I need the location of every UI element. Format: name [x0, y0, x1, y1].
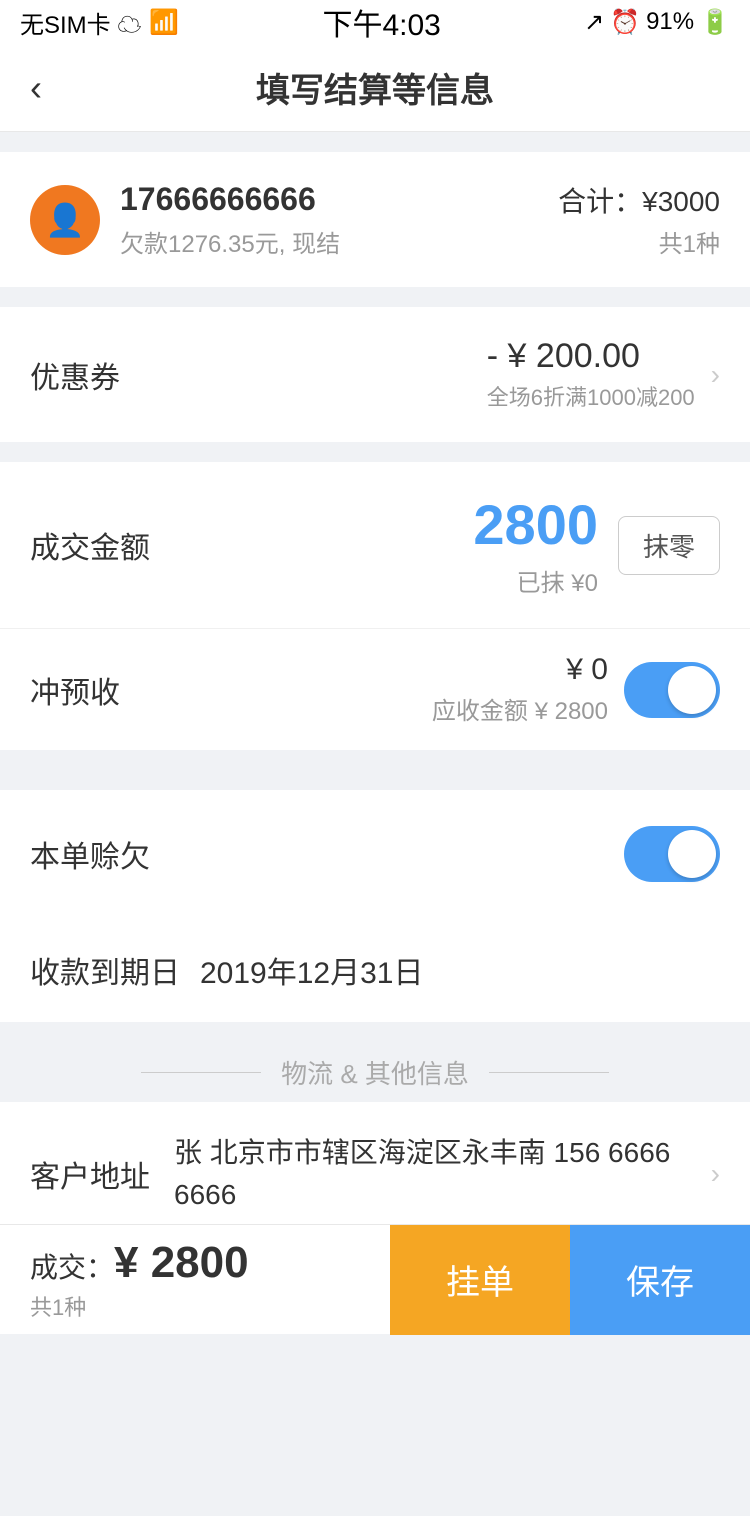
- total-label: 合计：: [558, 186, 642, 217]
- status-right: ↗ ⏰ 91% 🔋: [584, 8, 730, 37]
- logistics-divider: 物流 & 其他信息: [0, 1042, 750, 1102]
- battery-text: 91%: [646, 8, 694, 36]
- debt-toggle[interactable]: [624, 826, 720, 882]
- coupon-desc: 全场6折满1000减200: [487, 380, 695, 412]
- coupon-info: - ¥ 200.00 全场6折满1000减200: [487, 337, 695, 412]
- status-left: 无SIM卡 ☁ 📶: [20, 5, 179, 40]
- prepay-label: 冲预收: [30, 668, 120, 712]
- divider-1: [0, 442, 750, 462]
- location-icon: ↗: [584, 8, 604, 37]
- address-chevron-icon: ›: [711, 1158, 720, 1190]
- customer-info: 17666666666 欠款1276.35元, 现结: [120, 181, 340, 259]
- battery-icon: 🔋: [700, 8, 730, 37]
- debt-row: 本单赊欠: [0, 790, 750, 918]
- save-button[interactable]: 保存: [570, 1225, 750, 1335]
- deal-amount-label: 成交金额: [30, 523, 150, 567]
- status-bar: 无SIM卡 ☁ 📶 下午4:03 ↗ ⏰ 91% 🔋: [0, 0, 750, 44]
- coupon-amount: - ¥ 200.00: [487, 337, 695, 376]
- deal-amount-row: 成交金额 2800 已抹 ¥0 抹零: [0, 462, 750, 629]
- avatar-icon: 👤: [45, 201, 85, 239]
- customer-phone: 17666666666: [120, 181, 340, 218]
- round-button[interactable]: 抹零: [618, 516, 720, 575]
- wifi-icon: 📶: [149, 8, 179, 37]
- bottom-amount: ¥ 2800: [114, 1238, 249, 1287]
- coupon-label: 优惠券: [30, 353, 120, 397]
- date-label: 收款到期日: [30, 948, 180, 992]
- page-title: 填写结算等信息: [256, 63, 494, 112]
- address-label: 客户地址: [30, 1152, 150, 1196]
- deal-amount-right: 2800 已抹 ¥0 抹零: [473, 492, 720, 598]
- coupon-row[interactable]: 优惠券 - ¥ 200.00 全场6折满1000减200 ›: [0, 307, 750, 442]
- prepay-toggle[interactable]: [624, 662, 720, 718]
- debt-label: 本单赊欠: [30, 832, 150, 876]
- total-label-amount: 合计：¥3000: [558, 180, 720, 220]
- debt-toggle-thumb: [668, 830, 716, 878]
- avatar: 👤: [30, 185, 100, 255]
- bottom-summary: 成交：¥ 2800 共1种: [0, 1238, 390, 1322]
- bottom-bar: 成交：¥ 2800 共1种 挂单 保存: [0, 1224, 750, 1334]
- date-row: 收款到期日 2019年12月31日: [0, 918, 750, 1022]
- bottom-deal-line: 成交：¥ 2800: [30, 1238, 360, 1288]
- total-amount: ¥3000: [642, 186, 720, 217]
- prepay-row: 冲预收 ¥ 0 应收金额 ¥ 2800: [0, 629, 750, 750]
- prepay-right: ¥ 0 应收金额 ¥ 2800: [432, 653, 720, 726]
- deal-amount-sub: 已抹 ¥0: [473, 563, 598, 598]
- customer-right: 合计：¥3000 共1种: [558, 180, 720, 259]
- divider-2: [0, 750, 750, 770]
- back-button[interactable]: ‹: [30, 67, 42, 109]
- customer-card: 👤 17666666666 欠款1276.35元, 现结 合计：¥3000 共1…: [0, 152, 750, 287]
- prepay-amount: ¥ 0: [432, 653, 608, 687]
- deal-amount-info: 2800 已抹 ¥0: [473, 492, 598, 598]
- total-count: 共1种: [558, 224, 720, 259]
- customer-left: 👤 17666666666 欠款1276.35元, 现结: [30, 181, 340, 259]
- prepay-sub: 应收金额 ¥ 2800: [432, 691, 608, 726]
- deal-section: 成交金额 2800 已抹 ¥0 抹零 冲预收 ¥ 0 应收金额 ¥ 2800: [0, 462, 750, 750]
- coupon-section: 优惠券 - ¥ 200.00 全场6折满1000减200 ›: [0, 307, 750, 442]
- bottom-deal-label: 成交：: [30, 1252, 114, 1283]
- address-value: 张 北京市市辖区海淀区永丰南 156 6666 6666: [174, 1132, 711, 1216]
- coupon-right: - ¥ 200.00 全场6折满1000减200 ›: [487, 337, 720, 412]
- deal-amount-value: 2800: [473, 492, 598, 557]
- debt-section: 本单赊欠 收款到期日 2019年12月31日: [0, 790, 750, 1022]
- status-time: 下午4:03: [322, 0, 440, 44]
- toggle-thumb: [668, 666, 716, 714]
- date-value: 2019年12月31日: [200, 948, 423, 992]
- nav-bar: ‹ 填写结算等信息: [0, 44, 750, 132]
- prepay-info: ¥ 0 应收金额 ¥ 2800: [432, 653, 608, 726]
- logistics-label: 物流 & 其他信息: [141, 1054, 609, 1091]
- chevron-right-icon: ›: [711, 359, 720, 391]
- signal-text: 无SIM卡 ☁: [20, 5, 141, 40]
- customer-sub: 欠款1276.35元, 现结: [120, 224, 340, 259]
- alarm-icon: ⏰: [610, 8, 640, 37]
- bottom-count: 共1种: [30, 1290, 360, 1322]
- hold-button[interactable]: 挂单: [390, 1225, 570, 1335]
